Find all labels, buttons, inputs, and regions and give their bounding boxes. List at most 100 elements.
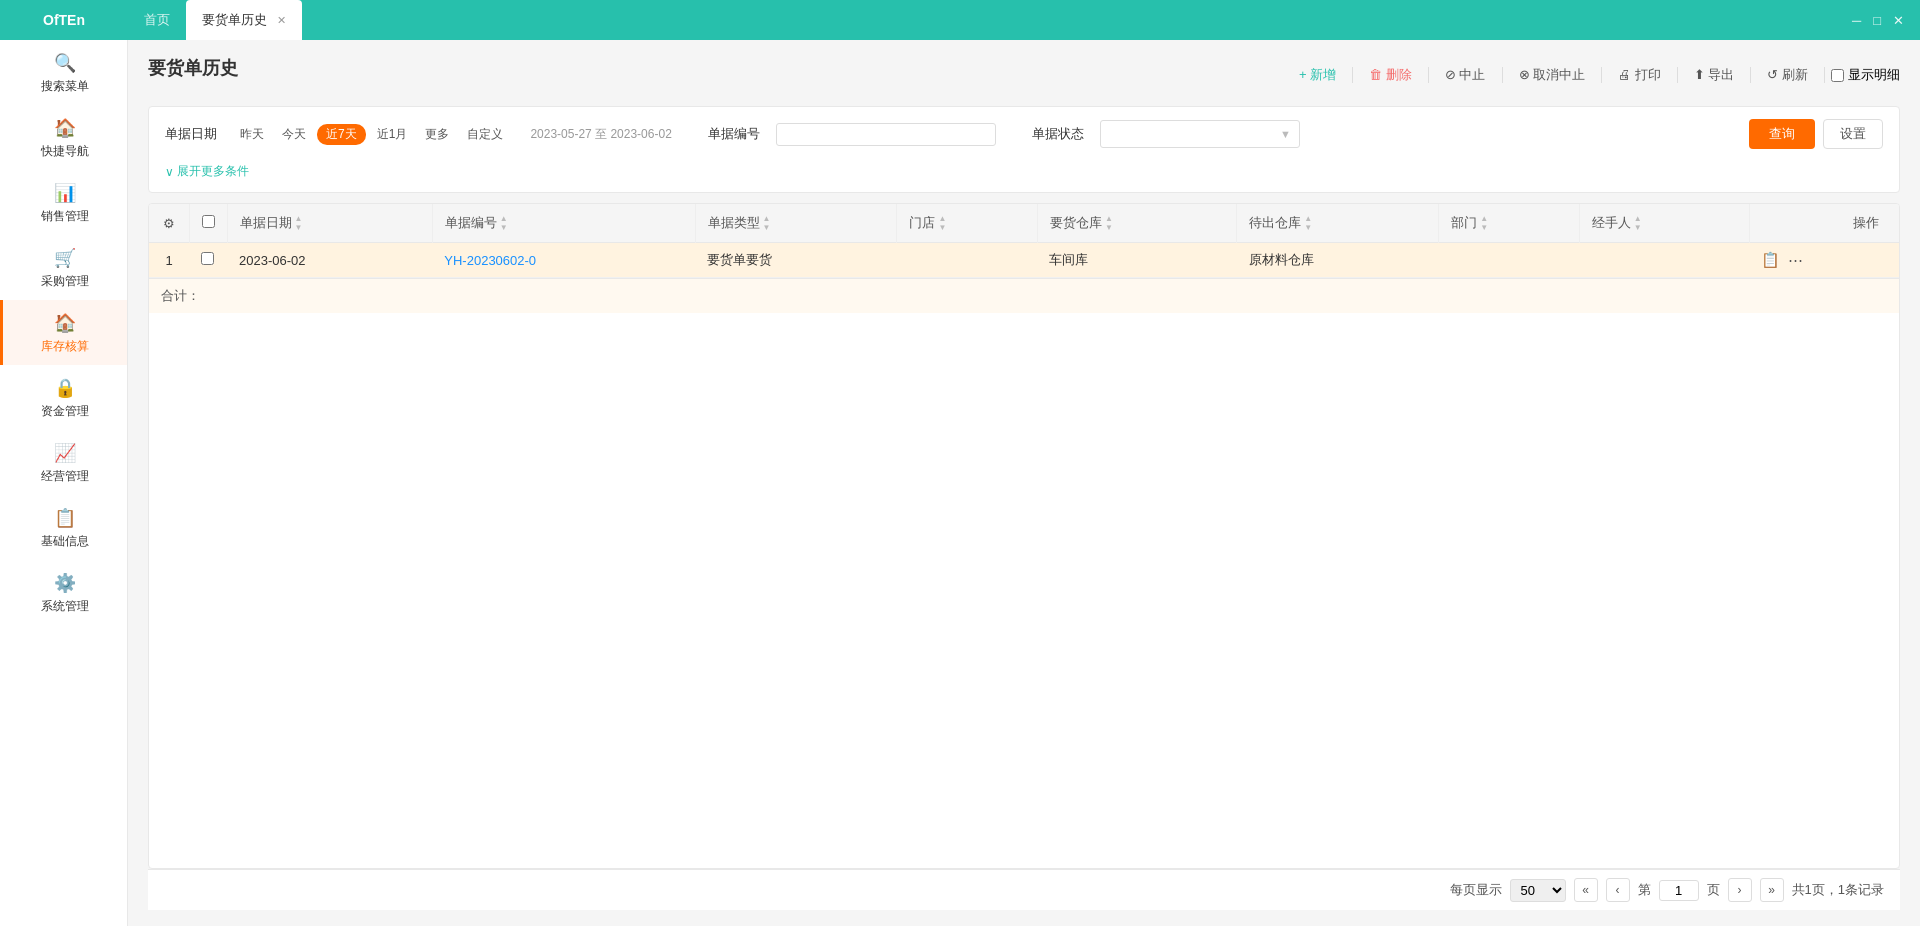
sidebar-item-purchase[interactable]: 🛒 采购管理 xyxy=(0,235,127,300)
finance-icon: 🔒 xyxy=(54,377,76,399)
sidebar-item-finance[interactable]: 🔒 资金管理 xyxy=(0,365,127,430)
order-no-link[interactable]: YH-20230602-0 xyxy=(444,253,536,268)
status-select[interactable]: ▼ xyxy=(1100,120,1300,148)
basic-icon: 📋 xyxy=(54,507,76,529)
tab-requisition-label: 要货单历史 xyxy=(202,11,267,29)
sidebar-item-label: 资金管理 xyxy=(41,403,89,420)
display-detail-checkbox[interactable] xyxy=(1831,69,1844,82)
query-button[interactable]: 查询 xyxy=(1749,119,1815,149)
sidebar-item-label: 快捷导航 xyxy=(41,143,89,160)
page-label: 页 xyxy=(1707,881,1720,899)
close-tab-icon[interactable]: ✕ xyxy=(277,14,286,27)
date-btn-1month[interactable]: 近1月 xyxy=(370,124,415,145)
sidebar-item-sales[interactable]: 📊 销售管理 xyxy=(0,170,127,235)
status-select-arrow: ▼ xyxy=(1280,128,1291,140)
td-store xyxy=(897,243,1037,278)
purchase-icon: 🛒 xyxy=(54,247,76,269)
inventory-icon: 🏠 xyxy=(54,312,76,334)
page-input[interactable] xyxy=(1659,880,1699,901)
status-label: 单据状态 xyxy=(1032,125,1084,143)
sidebar-item-label: 销售管理 xyxy=(41,208,89,225)
prev-page-btn[interactable]: ‹ xyxy=(1606,878,1630,902)
order-no-label: 单据编号 xyxy=(708,125,760,143)
date-btn-yesterday[interactable]: 昨天 xyxy=(233,124,271,145)
brand-logo: OfTEn xyxy=(0,0,128,40)
th-order-no[interactable]: 单据编号 ▲▼ xyxy=(432,204,695,243)
sidebar-item-label: 库存核算 xyxy=(41,338,89,355)
td-checkbox[interactable] xyxy=(189,243,227,278)
sidebar-item-operation[interactable]: 📈 经营管理 xyxy=(0,430,127,495)
pagination-bar: 每页显示 50 10 20 100 « ‹ 第 页 › » 共1页，1条记录 xyxy=(148,869,1900,910)
td-date: 2023-06-02 xyxy=(227,243,432,278)
page-size-select[interactable]: 50 10 20 100 xyxy=(1510,879,1566,902)
display-detail-label: 显示明细 xyxy=(1848,66,1900,84)
page-content: 要货单历史 + 新增 🗑 删除 ⊘ 中止 ⊗ 取消中止 🖨 打印 ⬆ 导出 ↺ … xyxy=(128,40,1920,926)
row-checkbox[interactable] xyxy=(201,252,214,265)
data-table: ⚙ 单据日期 ▲▼ 单据编号 xyxy=(149,204,1899,278)
first-page-btn[interactable]: « xyxy=(1574,878,1598,902)
th-checkbox xyxy=(189,204,227,243)
date-btn-more[interactable]: 更多 xyxy=(418,124,456,145)
search-menu-icon: 🔍 xyxy=(54,52,76,74)
td-order-no[interactable]: YH-20230602-0 xyxy=(432,243,695,278)
stop-button[interactable]: ⊘ 中止 xyxy=(1435,61,1496,89)
export-button[interactable]: ⬆ 导出 xyxy=(1684,61,1745,89)
select-all-checkbox[interactable] xyxy=(202,215,215,228)
close-btn[interactable]: ✕ xyxy=(1893,13,1904,28)
sidebar-item-label: 搜索菜单 xyxy=(41,78,89,95)
th-store[interactable]: 门店 ▲▼ xyxy=(897,204,1037,243)
th-order-type[interactable]: 单据类型 ▲▼ xyxy=(695,204,897,243)
th-date[interactable]: 单据日期 ▲▼ xyxy=(227,204,432,243)
footer-label: 合计： xyxy=(161,288,200,303)
toolbar: + 新增 🗑 删除 ⊘ 中止 ⊗ 取消中止 🖨 打印 ⬆ 导出 ↺ 刷新 显示明… xyxy=(1289,61,1900,89)
settings-button[interactable]: 设置 xyxy=(1823,119,1883,149)
date-btn-7days[interactable]: 近7天 xyxy=(317,124,366,145)
page-jump-label: 第 xyxy=(1638,881,1651,899)
sidebar-item-label: 基础信息 xyxy=(41,533,89,550)
last-page-btn[interactable]: » xyxy=(1760,878,1784,902)
td-seq: 1 xyxy=(149,243,189,278)
print-button[interactable]: 🖨 打印 xyxy=(1608,61,1671,89)
sidebar-item-quicknav[interactable]: 🏠 快捷导航 xyxy=(0,105,127,170)
table-footer: 合计： xyxy=(149,278,1899,313)
delete-button[interactable]: 🗑 删除 xyxy=(1359,61,1422,89)
more-op-btn[interactable]: ⋯ xyxy=(1788,251,1803,269)
th-pending-warehouse[interactable]: 待出仓库 ▲▼ xyxy=(1237,204,1439,243)
th-handler[interactable]: 经手人 ▲▼ xyxy=(1579,204,1749,243)
sidebar-item-label: 经营管理 xyxy=(41,468,89,485)
date-range-display: 2023-05-27 至 2023-06-02 xyxy=(530,126,671,143)
edit-op-btn[interactable]: 📋 xyxy=(1761,251,1780,269)
tab-home-label: 首页 xyxy=(144,11,170,29)
th-req-warehouse[interactable]: 要货仓库 ▲▼ xyxy=(1037,204,1236,243)
sidebar-item-search[interactable]: 🔍 搜索菜单 xyxy=(0,40,127,105)
new-button[interactable]: + 新增 xyxy=(1289,61,1346,89)
th-settings[interactable]: ⚙ xyxy=(149,204,189,243)
date-btn-custom[interactable]: 自定义 xyxy=(460,124,510,145)
brand-name: OfTEn xyxy=(43,12,85,28)
expand-arrow-icon: ∨ xyxy=(165,165,174,179)
th-department[interactable]: 部门 ▲▼ xyxy=(1439,204,1579,243)
display-detail-toggle[interactable]: 显示明细 xyxy=(1831,66,1900,84)
home-icon: 🏠 xyxy=(54,117,76,139)
td-pending-warehouse: 原材料仓库 xyxy=(1237,243,1439,278)
sidebar-item-label: 采购管理 xyxy=(41,273,89,290)
tab-requisition-history[interactable]: 要货单历史 ✕ xyxy=(186,0,302,40)
table-row: 1 2023-06-02 YH-20230602-0 要货单要货 车间库 原材料… xyxy=(149,243,1899,278)
td-ops: 📋 ⋯ xyxy=(1749,243,1899,278)
next-page-btn[interactable]: › xyxy=(1728,878,1752,902)
minimize-btn[interactable]: ─ xyxy=(1852,13,1861,28)
date-filter-buttons: 昨天 今天 近7天 近1月 更多 自定义 xyxy=(233,124,510,145)
main-content: 首页 要货单历史 ✕ ─ □ ✕ 要货单历史 + 新增 🗑 删除 ⊘ 中止 xyxy=(128,0,1920,926)
total-info: 共1页，1条记录 xyxy=(1792,881,1884,899)
refresh-button[interactable]: ↺ 刷新 xyxy=(1757,61,1818,89)
sidebar-item-basic[interactable]: 📋 基础信息 xyxy=(0,495,127,560)
sidebar-item-system[interactable]: ⚙️ 系统管理 xyxy=(0,560,127,625)
date-btn-today[interactable]: 今天 xyxy=(275,124,313,145)
cancel-stop-button[interactable]: ⊗ 取消中止 xyxy=(1509,61,1596,89)
sidebar-item-inventory[interactable]: 🏠 库存核算 xyxy=(0,300,127,365)
maximize-btn[interactable]: □ xyxy=(1873,13,1881,28)
tab-home[interactable]: 首页 xyxy=(128,0,186,40)
expand-more-btn[interactable]: ∨ 展开更多条件 xyxy=(165,163,249,180)
system-icon: ⚙️ xyxy=(54,572,76,594)
order-no-input[interactable] xyxy=(776,123,996,146)
